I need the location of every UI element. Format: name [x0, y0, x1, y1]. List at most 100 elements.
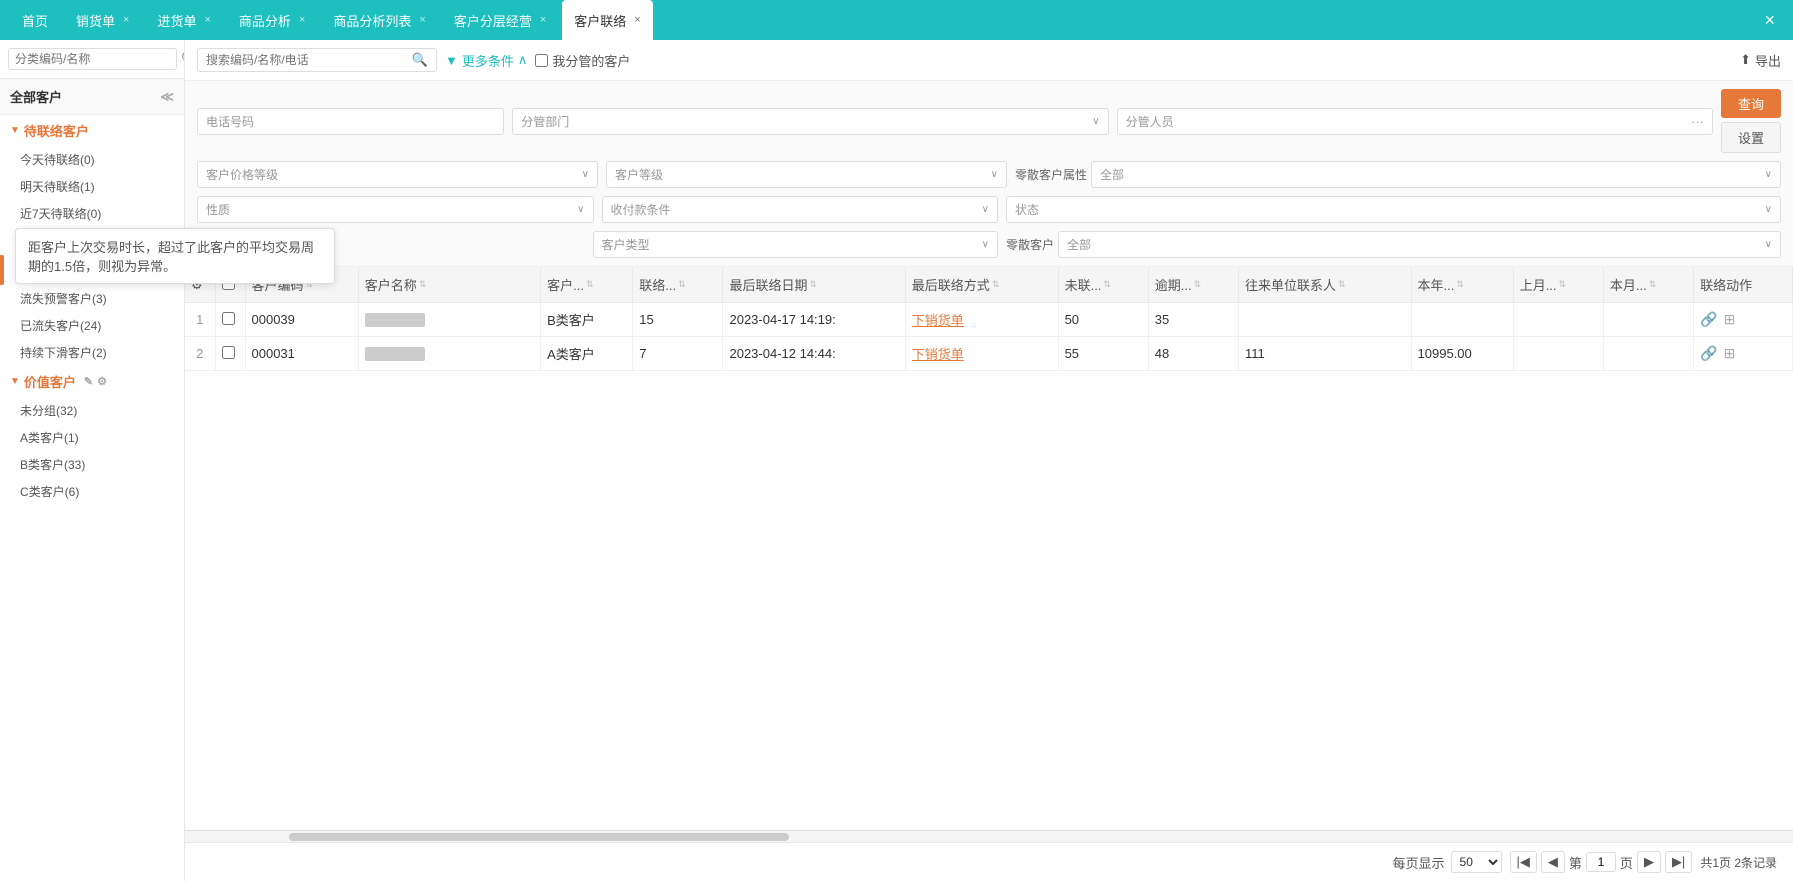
nav-product-list[interactable]: 商品分析列表 × [321, 0, 437, 40]
retail-customer-select[interactable]: 全部 ∨ [1058, 231, 1781, 258]
this-year-sort-icon[interactable]: ⇅ [1456, 279, 1464, 290]
row-contacts-person [1239, 303, 1412, 337]
nature-field[interactable]: 性质 ∨ [197, 196, 594, 223]
next-page-btn[interactable]: ▶ [1637, 851, 1661, 873]
export-btn[interactable]: ⬆ 导出 [1740, 51, 1781, 70]
type-sort-icon[interactable]: ⇅ [586, 279, 594, 290]
my-customers-checkbox[interactable] [535, 54, 548, 67]
this-month-sort-icon[interactable]: ⇅ [1649, 279, 1657, 290]
nav-purchase-close[interactable]: × [204, 14, 210, 26]
last-date-sort-icon[interactable]: ⇅ [810, 279, 818, 290]
sidebar-item-churn-warning[interactable]: 流失预警客户(3) [0, 285, 184, 312]
sidebar-item-declining[interactable]: 持续下滑客户(2) [0, 339, 184, 366]
search-input[interactable] [206, 53, 408, 67]
value-settings-icon[interactable]: ⚙ [97, 375, 107, 388]
row-last-method[interactable]: 下销货单 [905, 337, 1058, 371]
row-checkbox[interactable] [222, 312, 235, 325]
row-num: 2 [185, 337, 215, 371]
last-page-btn[interactable]: ▶| [1665, 851, 1692, 873]
nav-customer-segment-close[interactable]: × [540, 14, 546, 26]
col-name: 客户名称 ⇅ [358, 267, 540, 303]
overdue-sort-icon[interactable]: ⇅ [1194, 279, 1202, 290]
price-grade-field[interactable]: 客户价格等级 ∨ [197, 161, 598, 188]
payment-field[interactable]: 收付款条件 ∨ [602, 196, 999, 223]
dept-arrow-icon: ∨ [1092, 116, 1099, 127]
query-btn[interactable]: 查询 [1721, 89, 1781, 118]
nav-customer-contact[interactable]: 客户联络 × [562, 0, 652, 40]
nav-product-list-close[interactable]: × [419, 14, 425, 26]
sidebar-section-value[interactable]: ▼ 价值客户 ✎ ⚙ [0, 366, 184, 397]
retail-attr-select[interactable]: 全部 ∨ [1091, 161, 1781, 188]
unlisted-sort-icon[interactable]: ⇅ [1103, 279, 1111, 290]
sidebar-item-classC[interactable]: C类客户(6) [0, 478, 184, 505]
customer-name-blurred [365, 347, 425, 361]
person-dots: ··· [1691, 114, 1704, 129]
page-input[interactable] [1586, 852, 1616, 872]
nav-product-analysis-close[interactable]: × [299, 14, 305, 26]
row-last-method[interactable]: 下销货单 [905, 303, 1058, 337]
last-method-link[interactable]: 下销货单 [912, 347, 964, 362]
nav-customer-segment[interactable]: 客户分层经营 × [442, 0, 558, 40]
content-area: 🔍 ▼ 更多条件 ∧ 我分管的客户 ⬆ 导出 电话号码 [185, 40, 1793, 881]
contact-sort-icon[interactable]: ⇅ [678, 279, 686, 290]
person-field[interactable]: 分管人员 ··· [1117, 108, 1713, 135]
sidebar-item-unclassified[interactable]: 未分组(32) [0, 397, 184, 424]
grid-action-icon[interactable]: ⊞ [1724, 345, 1736, 362]
sidebar-section-pending[interactable]: ▼ 待联络客户 [0, 115, 184, 146]
nav-home[interactable]: 首页 [10, 0, 60, 40]
phone-field[interactable]: 电话号码 [197, 108, 504, 135]
prev-page-btn[interactable]: ◀ [1541, 851, 1565, 873]
window-close-btn[interactable]: × [1756, 10, 1783, 31]
last-month-sort-icon[interactable]: ⇅ [1559, 279, 1567, 290]
customer-table: ⚙ 客户编码 ⇅ 客户名称 [185, 267, 1793, 371]
value-edit-icon[interactable]: ✎ [84, 375, 93, 388]
grid-action-icon[interactable]: ⊞ [1724, 311, 1736, 328]
main-layout: 🔍 全部客户 ≪ ▼ 待联络客户 今天待联络(0) 明天待联络(1) 近7天待联… [0, 40, 1793, 881]
first-page-btn[interactable]: |◀ [1510, 851, 1537, 873]
nav-customer-contact-close[interactable]: × [634, 14, 640, 26]
status-field[interactable]: 状态 ∨ [1006, 196, 1781, 223]
nav-sales[interactable]: 销货单 × [64, 0, 141, 40]
sidebar-search-input[interactable] [8, 48, 177, 70]
last-method-link[interactable]: 下销货单 [912, 313, 964, 328]
sidebar-item-tomorrow[interactable]: 明天待联络(1) [0, 173, 184, 200]
name-sort-icon[interactable]: ⇅ [419, 279, 427, 290]
last-method-sort-icon[interactable]: ⇅ [992, 279, 1000, 290]
filter-row-3: 性质 ∨ 收付款条件 ∨ 状态 ∨ [197, 196, 1781, 223]
customer-grade-field[interactable]: 客户等级 ∨ [606, 161, 1007, 188]
col-contacts-person: 往来单位联系人 ⇅ [1239, 267, 1412, 303]
sidebar-item-today[interactable]: 今天待联络(0) [0, 146, 184, 173]
contacts-sort-icon[interactable]: ⇅ [1338, 279, 1346, 290]
more-conditions-btn[interactable]: ▼ 更多条件 ∧ [445, 51, 527, 70]
sidebar-item-churned[interactable]: 已流失客户(24) [0, 312, 184, 339]
dept-field[interactable]: 分管部门 ∨ [512, 108, 1108, 135]
row-checkbox[interactable] [222, 346, 235, 359]
retail-attr-arrow: ∨ [1765, 169, 1772, 180]
sidebar-item-7days[interactable]: 近7天待联络(0) [0, 200, 184, 227]
customer-type-field[interactable]: 客户类型 ∨ [593, 231, 999, 258]
link-action-icon[interactable]: 🔗 [1700, 345, 1717, 362]
search-icon[interactable]: 🔍 [412, 52, 428, 68]
horizontal-scrollbar[interactable] [185, 830, 1793, 842]
sidebar-item-classB[interactable]: B类客户(33) [0, 451, 184, 478]
settings-btn[interactable]: 设置 [1721, 122, 1781, 153]
retail-customer-wrap: 零散客户 全部 ∨ [1006, 231, 1781, 258]
scroll-thumb[interactable] [289, 833, 789, 841]
col-this-month: 本月... ⇅ [1603, 267, 1693, 303]
nav-sales-close[interactable]: × [123, 14, 129, 26]
my-customers-label: 我分管的客户 [552, 51, 630, 70]
per-page-select[interactable]: 50 100 200 [1451, 851, 1502, 873]
nav-purchase[interactable]: 进货单 × [145, 0, 222, 40]
sidebar-item-classA[interactable]: A类客户(1) [0, 424, 184, 451]
link-action-icon[interactable]: 🔗 [1700, 311, 1717, 328]
status-label: 状态 [1015, 201, 1761, 218]
sidebar-collapse-icon[interactable]: ≪ [160, 89, 174, 105]
sidebar-search-area: 🔍 [0, 40, 184, 79]
nav-product-analysis[interactable]: 商品分析 × [227, 0, 317, 40]
row-code: 000039 [245, 303, 358, 337]
customer-type-arrow: ∨ [982, 239, 989, 250]
row-checkbox-cell[interactable] [215, 337, 245, 371]
row-checkbox-cell[interactable] [215, 303, 245, 337]
status-arrow: ∨ [1765, 204, 1772, 215]
table-header-row: ⚙ 客户编码 ⇅ 客户名称 [185, 267, 1793, 303]
